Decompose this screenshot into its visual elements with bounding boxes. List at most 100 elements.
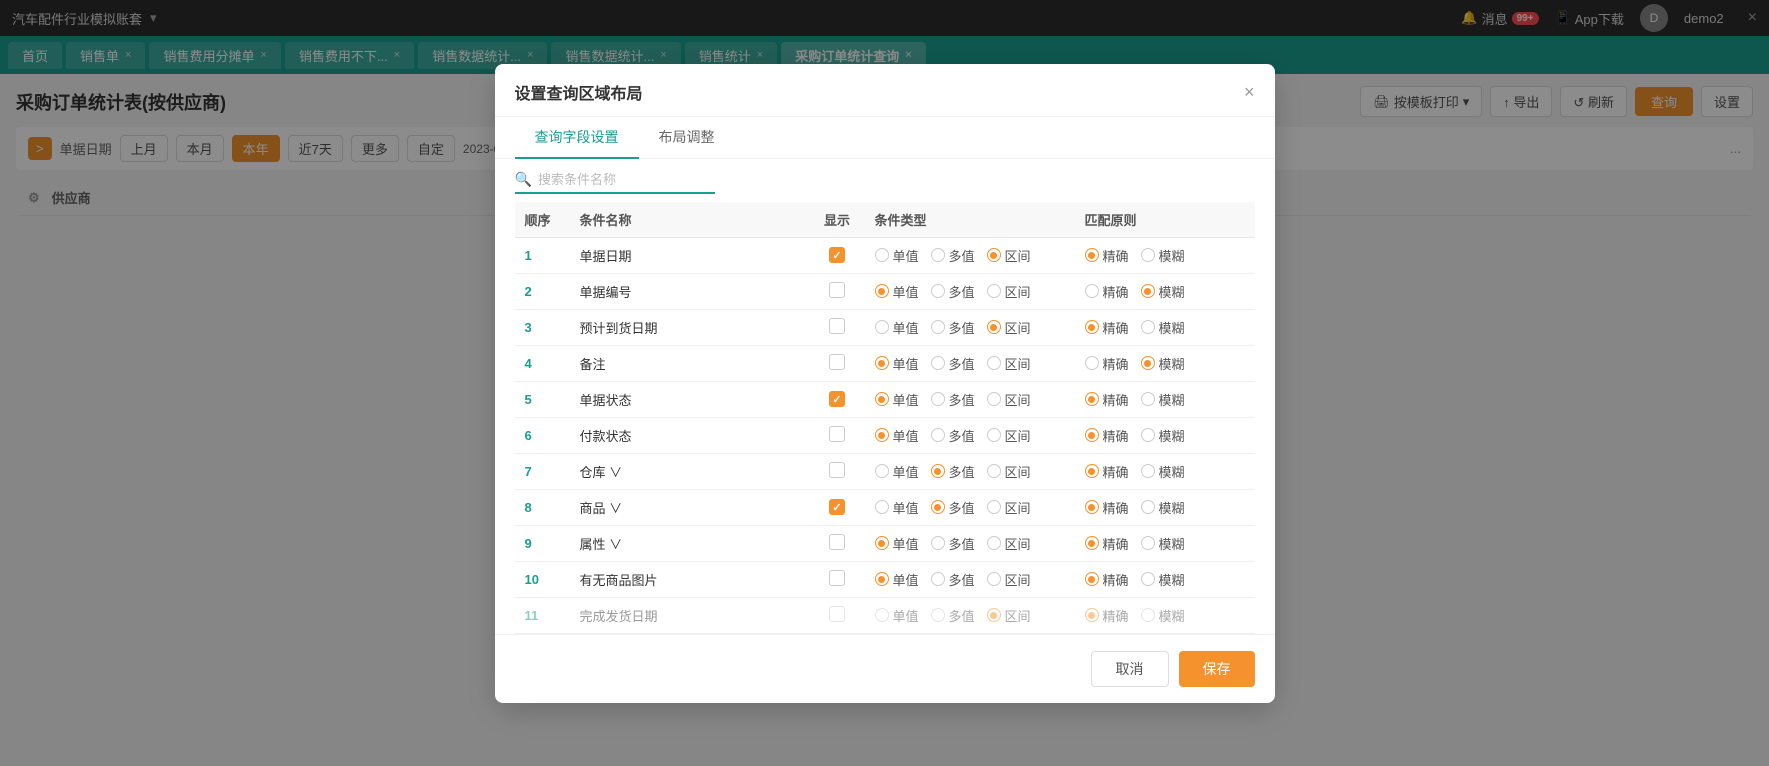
dialog-close-button[interactable]: × xyxy=(1244,83,1255,101)
radio-match-模糊-9[interactable]: 模糊 xyxy=(1141,570,1185,589)
radio-dot-match-模糊-2 xyxy=(1141,320,1155,334)
radio-type-区间-7[interactable]: 区间 xyxy=(987,498,1031,517)
row-show-0[interactable] xyxy=(810,237,865,273)
radio-type-多值-4[interactable]: 多值 xyxy=(931,390,975,409)
radio-match-模糊-8[interactable]: 模糊 xyxy=(1141,534,1185,553)
radio-match-精确-0[interactable]: 精确 xyxy=(1085,246,1129,265)
cancel-button[interactable]: 取消 xyxy=(1091,651,1169,687)
checkbox-show-3[interactable] xyxy=(829,354,845,370)
radio-dot-match-精确-0 xyxy=(1085,248,1099,262)
row-match-5: 精确模糊 xyxy=(1075,417,1255,453)
radio-type-单值-8[interactable]: 单值 xyxy=(875,534,919,553)
table-row: 5单据状态单值多值区间精确模糊 xyxy=(515,381,1255,417)
radio-type-区间-10[interactable]: 区间 xyxy=(987,606,1031,625)
radio-match-精确-2[interactable]: 精确 xyxy=(1085,318,1129,337)
table-row: 10有无商品图片单值多值区间精确模糊 xyxy=(515,561,1255,597)
tab-layout-adjust[interactable]: 布局调整 xyxy=(639,117,735,159)
row-show-6[interactable] xyxy=(810,453,865,489)
radio-match-模糊-10[interactable]: 模糊 xyxy=(1141,606,1185,625)
row-show-7[interactable] xyxy=(810,489,865,525)
radio-type-单值-9[interactable]: 单值 xyxy=(875,570,919,589)
checkbox-show-7[interactable] xyxy=(829,499,845,515)
row-show-9[interactable] xyxy=(810,561,865,597)
radio-match-精确-7[interactable]: 精确 xyxy=(1085,498,1129,517)
radio-type-多值-1[interactable]: 多值 xyxy=(931,282,975,301)
radio-type-区间-1[interactable]: 区间 xyxy=(987,282,1031,301)
radio-dot-type-单值-8 xyxy=(875,536,889,550)
radio-type-单值-10[interactable]: 单值 xyxy=(875,606,919,625)
radio-type-多值-7[interactable]: 多值 xyxy=(931,498,975,517)
row-show-8[interactable] xyxy=(810,525,865,561)
radio-match-精确-1[interactable]: 精确 xyxy=(1085,282,1129,301)
radio-type-区间-6[interactable]: 区间 xyxy=(987,462,1031,481)
tab-query-fields[interactable]: 查询字段设置 xyxy=(515,117,639,159)
radio-type-多值-0[interactable]: 多值 xyxy=(931,246,975,265)
radio-match-精确-5[interactable]: 精确 xyxy=(1085,426,1129,445)
row-show-1[interactable] xyxy=(810,273,865,309)
table-row: 2单据编号单值多值区间精确模糊 xyxy=(515,273,1255,309)
row-match-2: 精确模糊 xyxy=(1075,309,1255,345)
dialog-table-wrap: 顺序 条件名称 显示 条件类型 匹配原则 1单据日期单值多值区间精确模糊2单据编… xyxy=(495,202,1275,634)
row-show-4[interactable] xyxy=(810,381,865,417)
radio-match-模糊-0[interactable]: 模糊 xyxy=(1141,246,1185,265)
search-input[interactable] xyxy=(538,172,698,187)
radio-type-单值-3[interactable]: 单值 xyxy=(875,354,919,373)
radio-match-精确-3[interactable]: 精确 xyxy=(1085,354,1129,373)
checkbox-show-4[interactable] xyxy=(829,391,845,407)
save-button[interactable]: 保存 xyxy=(1179,651,1255,687)
radio-dot-type-多值-4 xyxy=(931,392,945,406)
row-order-5: 6 xyxy=(515,417,570,453)
radio-type-多值-8[interactable]: 多值 xyxy=(931,534,975,553)
radio-type-多值-3[interactable]: 多值 xyxy=(931,354,975,373)
radio-match-精确-6[interactable]: 精确 xyxy=(1085,462,1129,481)
radio-match-精确-9[interactable]: 精确 xyxy=(1085,570,1129,589)
radio-match-精确-4[interactable]: 精确 xyxy=(1085,390,1129,409)
row-show-5[interactable] xyxy=(810,417,865,453)
radio-type-多值-6[interactable]: 多值 xyxy=(931,462,975,481)
radio-match-模糊-5[interactable]: 模糊 xyxy=(1141,426,1185,445)
radio-type-多值-2[interactable]: 多值 xyxy=(931,318,975,337)
radio-type-单值-7[interactable]: 单值 xyxy=(875,498,919,517)
radio-type-区间-8[interactable]: 区间 xyxy=(987,534,1031,553)
radio-type-单值-2[interactable]: 单值 xyxy=(875,318,919,337)
radio-type-单值-6[interactable]: 单值 xyxy=(875,462,919,481)
checkbox-show-10[interactable] xyxy=(829,606,845,622)
radio-dot-type-区间-8 xyxy=(987,536,1001,550)
row-show-3[interactable] xyxy=(810,345,865,381)
radio-type-多值-10[interactable]: 多值 xyxy=(931,606,975,625)
radio-dot-type-区间-4 xyxy=(987,392,1001,406)
radio-match-模糊-6[interactable]: 模糊 xyxy=(1141,462,1185,481)
radio-match-模糊-3[interactable]: 模糊 xyxy=(1141,354,1185,373)
radio-match-模糊-1[interactable]: 模糊 xyxy=(1141,282,1185,301)
checkbox-show-0[interactable] xyxy=(829,247,845,263)
radio-type-单值-1[interactable]: 单值 xyxy=(875,282,919,301)
checkbox-show-6[interactable] xyxy=(829,462,845,478)
checkbox-show-8[interactable] xyxy=(829,534,845,550)
table-row: 6付款状态单值多值区间精确模糊 xyxy=(515,417,1255,453)
radio-match-模糊-2[interactable]: 模糊 xyxy=(1141,318,1185,337)
checkbox-show-9[interactable] xyxy=(829,570,845,586)
radio-match-模糊-7[interactable]: 模糊 xyxy=(1141,498,1185,517)
row-name-10: 完成发货日期 xyxy=(570,597,810,633)
row-show-10[interactable] xyxy=(810,597,865,633)
checkbox-show-5[interactable] xyxy=(829,426,845,442)
radio-type-区间-9[interactable]: 区间 xyxy=(987,570,1031,589)
radio-dot-type-区间-0 xyxy=(987,248,1001,262)
row-show-2[interactable] xyxy=(810,309,865,345)
radio-type-多值-9[interactable]: 多值 xyxy=(931,570,975,589)
checkbox-show-2[interactable] xyxy=(829,318,845,334)
radio-type-区间-3[interactable]: 区间 xyxy=(987,354,1031,373)
radio-type-多值-5[interactable]: 多值 xyxy=(931,426,975,445)
radio-type-区间-5[interactable]: 区间 xyxy=(987,426,1031,445)
radio-type-单值-0[interactable]: 单值 xyxy=(875,246,919,265)
radio-match-精确-10[interactable]: 精确 xyxy=(1085,606,1129,625)
checkbox-show-1[interactable] xyxy=(829,282,845,298)
radio-match-模糊-4[interactable]: 模糊 xyxy=(1141,390,1185,409)
table-row: 4备注单值多值区间精确模糊 xyxy=(515,345,1255,381)
radio-match-精确-8[interactable]: 精确 xyxy=(1085,534,1129,553)
radio-type-单值-4[interactable]: 单值 xyxy=(875,390,919,409)
radio-type-单值-5[interactable]: 单值 xyxy=(875,426,919,445)
radio-type-区间-2[interactable]: 区间 xyxy=(987,318,1031,337)
radio-type-区间-0[interactable]: 区间 xyxy=(987,246,1031,265)
radio-type-区间-4[interactable]: 区间 xyxy=(987,390,1031,409)
